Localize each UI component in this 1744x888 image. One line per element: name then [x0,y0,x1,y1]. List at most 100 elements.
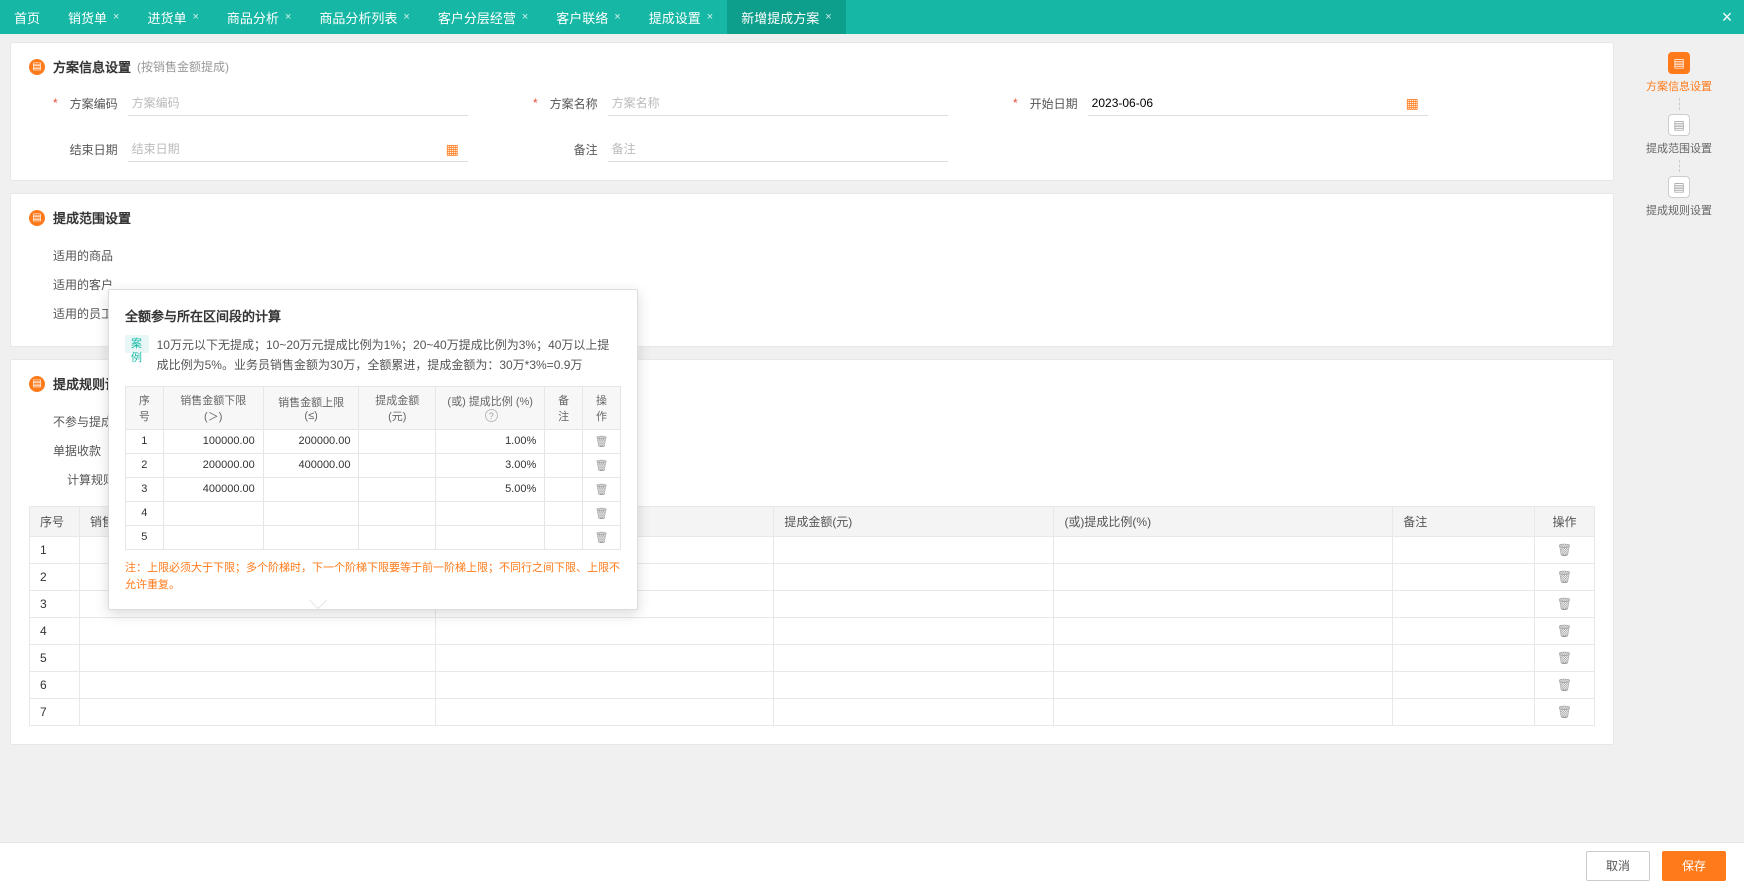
cell-memo[interactable] [1393,618,1535,645]
step-icon: ▤ [1668,114,1690,136]
calendar-icon[interactable]: ▦ [446,141,459,158]
col-memo: 备注 [1393,507,1535,537]
cell-amount[interactable] [774,699,1054,726]
plan-name-input[interactable] [608,90,948,116]
cell-memo [545,501,583,525]
close-icon[interactable]: × [192,11,198,23]
cell-ratio[interactable] [1054,564,1393,591]
step-label: 提成范围设置 [1646,140,1712,156]
tab-sales[interactable]: 销货单× [54,0,133,34]
cell-memo[interactable] [1393,672,1535,699]
save-button[interactable]: 保存 [1662,851,1726,881]
cell-amount[interactable] [774,618,1054,645]
tab-purchase[interactable]: 进货单× [133,0,212,34]
close-icon[interactable]: × [825,11,831,23]
cell-lower[interactable] [80,618,436,645]
trash-icon[interactable]: 🗑 [1557,543,1572,557]
tcol-upper: 销售金额上限 (≤) [263,386,359,429]
cell-upper [263,477,359,501]
cell-amount[interactable] [774,591,1054,618]
cell-upper[interactable] [435,672,774,699]
step-rule[interactable]: ▤ 提成规则设置 [1646,176,1712,218]
trash-icon[interactable]: 🗑 [1557,624,1572,638]
tabs-bar: 首页 销货单× 进货单× 商品分析× 商品分析列表× 客户分层经营× 客户联络×… [0,0,1744,34]
tab-new-commission-plan[interactable]: 新增提成方案× [727,0,845,34]
cell-amount [359,525,436,549]
cell-lower [163,525,263,549]
close-all-button[interactable]: × [1710,0,1744,34]
trash-icon[interactable]: 🗑 [1557,651,1572,665]
cell-memo[interactable] [1393,699,1535,726]
tab-product-analysis-list[interactable]: 商品分析列表× [305,0,423,34]
table-row: 1100000.00200000.001.00%🗑 [126,429,621,453]
tab-commission-settings[interactable]: 提成设置× [635,0,727,34]
cell-amount[interactable] [774,645,1054,672]
cell-ratio[interactable] [1054,591,1393,618]
cell-upper[interactable] [435,618,774,645]
end-date-input[interactable] [128,136,468,162]
step-scope[interactable]: ▤ 提成范围设置 [1646,114,1712,156]
cell-ratio[interactable] [1054,672,1393,699]
cell-ratio[interactable] [1054,537,1393,564]
field-label: 开始日期 [1022,95,1078,112]
plan-code-input[interactable] [128,90,468,116]
cell-lower: 100000.00 [163,429,263,453]
trash-icon[interactable]: 🗑 [594,508,608,520]
tab-customer-contact[interactable]: 客户联络× [542,0,634,34]
table-row: 5🗑 [126,525,621,549]
col-seq: 序号 [30,507,80,537]
col-op: 操作 [1535,507,1595,537]
cell-lower[interactable] [80,699,436,726]
cell-lower[interactable] [80,645,436,672]
close-icon[interactable]: × [403,11,409,23]
close-icon[interactable]: × [707,11,713,23]
panel-icon: ▤ [29,59,45,75]
cell-ratio[interactable] [1054,699,1393,726]
close-icon[interactable]: × [522,11,528,23]
required-mark: * [1013,96,1018,110]
cell-lower[interactable] [80,672,436,699]
cell-ratio[interactable] [1054,618,1393,645]
calendar-icon[interactable]: ▦ [1406,95,1419,112]
tab-customer-tier[interactable]: 客户分层经营× [424,0,542,34]
trash-icon[interactable]: 🗑 [594,532,608,544]
trash-icon[interactable]: 🗑 [594,436,608,448]
step-plan-info[interactable]: ▤ 方案信息设置 [1646,52,1712,94]
trash-icon[interactable]: 🗑 [1557,678,1572,692]
cell-ratio: 5.00% [436,477,545,501]
trash-icon[interactable]: 🗑 [1557,705,1572,719]
field-label: 结束日期 [62,141,118,158]
cell-upper[interactable] [435,699,774,726]
cell-amount [359,453,436,477]
cell-memo[interactable] [1393,645,1535,672]
cell-ratio[interactable] [1054,645,1393,672]
tab-home[interactable]: 首页 [0,0,54,34]
close-icon[interactable]: × [614,11,620,23]
start-date-input[interactable] [1088,90,1428,116]
panel-title: 提成范围设置 [53,208,131,227]
trash-icon[interactable]: 🗑 [1557,570,1572,584]
step-label: 方案信息设置 [1646,78,1712,94]
cell-amount[interactable] [774,672,1054,699]
tcol-ratio: (或) 提成比例 (%)? [436,386,545,429]
cell-memo[interactable] [1393,537,1535,564]
trash-icon[interactable]: 🗑 [594,484,608,496]
close-icon[interactable]: × [113,11,119,23]
tab-product-analysis[interactable]: 商品分析× [213,0,305,34]
cell-amount[interactable] [774,564,1054,591]
cell-memo[interactable] [1393,564,1535,591]
memo-input[interactable] [608,136,948,162]
cell-memo[interactable] [1393,591,1535,618]
cancel-button[interactable]: 取消 [1586,851,1650,881]
cell-lower: 400000.00 [163,477,263,501]
step-label: 提成规则设置 [1646,202,1712,218]
cell-upper[interactable] [435,645,774,672]
scope-products[interactable]: 适用的商品 [29,241,1595,270]
col-ratio: (或)提成比例(%) [1054,507,1393,537]
help-icon[interactable]: ? [485,409,498,422]
close-icon[interactable]: × [285,11,291,23]
cell-amount[interactable] [774,537,1054,564]
table-row: 7🗑 [30,699,1595,726]
trash-icon[interactable]: 🗑 [594,460,608,472]
trash-icon[interactable]: 🗑 [1557,597,1572,611]
